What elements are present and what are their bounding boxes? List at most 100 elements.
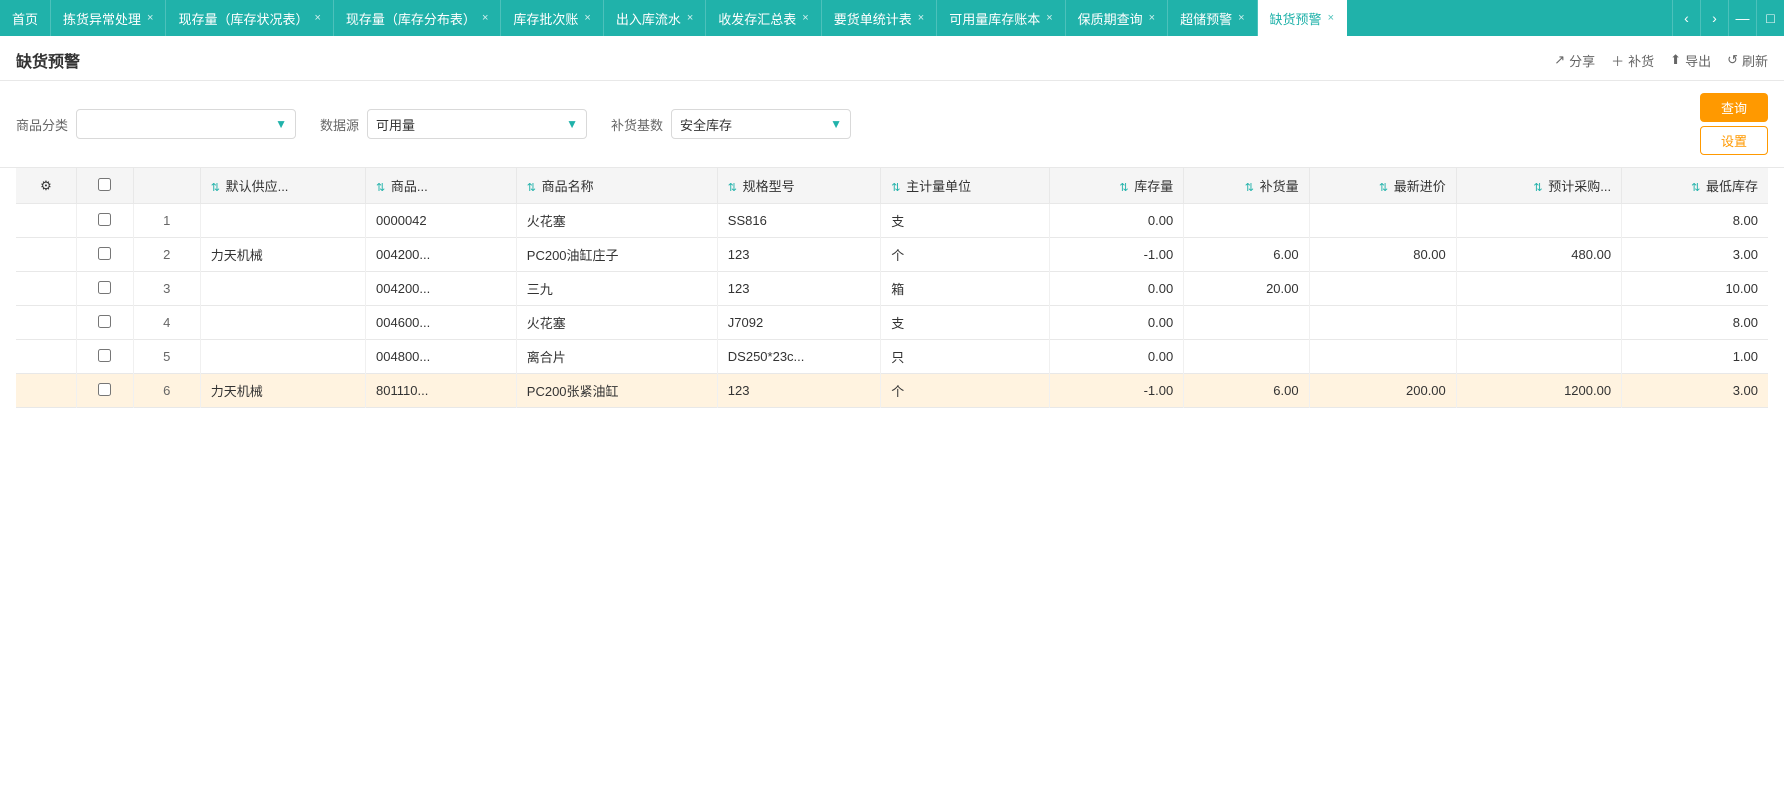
row-checkbox-1[interactable]	[98, 247, 111, 260]
column-supplier[interactable]: ⇅ 默认供应...	[200, 168, 365, 204]
page-content: 缺货预警 ↗ 分享 ＋ 补货 ⬆ 导出 ↺ 刷新 商品分类	[0, 36, 1784, 796]
column-checkbox[interactable]	[76, 168, 133, 204]
tab-recv-summary[interactable]: 收发存汇总表 ×	[706, 0, 821, 36]
tab-available[interactable]: 可用量库存账本 ×	[937, 0, 1065, 36]
cell-name-5: PC200张紧油缸	[516, 374, 717, 408]
tab-home[interactable]: 首页	[0, 0, 51, 36]
close-tab-demand-stat[interactable]: ×	[918, 12, 924, 24]
cell-name-0: 火花塞	[516, 204, 717, 238]
cell-code-0: 0000042	[366, 204, 517, 238]
close-tab-exception[interactable]: ×	[147, 12, 153, 24]
cell-spec-5: 123	[717, 374, 881, 408]
setting-button[interactable]: 设置	[1700, 126, 1768, 155]
cell-minstock-1: 3.00	[1622, 238, 1768, 272]
cell-name-3: 火花塞	[516, 306, 717, 340]
column-price[interactable]: ⇅ 最新进价	[1309, 168, 1456, 204]
table-row: 2 力天机械 004200... PC200油缸庄子 123 个 -1.00 6…	[16, 238, 1768, 272]
tab-minimize-button[interactable]: —	[1728, 0, 1756, 36]
category-select[interactable]: ▼	[76, 109, 296, 139]
tab-batch[interactable]: 库存批次账 ×	[501, 0, 603, 36]
cell-forecast-0	[1456, 204, 1621, 238]
cell-spec-2: 123	[717, 272, 881, 306]
cell-num-0: 1	[133, 204, 200, 238]
select-all-checkbox[interactable]	[98, 178, 111, 191]
base-dropdown-icon: ▼	[830, 117, 842, 131]
column-replenish[interactable]: ⇅ 补货量	[1184, 168, 1309, 204]
cell-checkbox-0[interactable]	[76, 204, 133, 238]
cell-minstock-4: 1.00	[1622, 340, 1768, 374]
refresh-action[interactable]: ↺ 刷新	[1727, 51, 1768, 70]
query-button[interactable]: 查询	[1700, 93, 1768, 122]
share-action[interactable]: ↗ 分享	[1554, 51, 1595, 70]
column-num	[133, 168, 200, 204]
close-tab-shortage[interactable]: ×	[1328, 12, 1334, 24]
cell-name-2: 三九	[516, 272, 717, 306]
tab-stock-status[interactable]: 现存量（库存状况表） ×	[166, 0, 333, 36]
cell-num-5: 6	[133, 374, 200, 408]
column-gear[interactable]: ⚙	[16, 168, 76, 204]
export-action[interactable]: ⬆ 导出	[1670, 51, 1711, 70]
column-stock[interactable]: ⇅ 库存量	[1050, 168, 1184, 204]
cell-checkbox-5[interactable]	[76, 374, 133, 408]
close-tab-inout-flow[interactable]: ×	[687, 12, 693, 24]
column-unit[interactable]: ⇅ 主计量单位	[881, 168, 1050, 204]
row-checkbox-3[interactable]	[98, 315, 111, 328]
refresh-icon: ↺	[1727, 52, 1738, 68]
row-checkbox-4[interactable]	[98, 349, 111, 362]
tab-prev-button[interactable]: ‹	[1672, 0, 1700, 36]
category-label: 商品分类	[16, 115, 68, 134]
cell-unit-1: 个	[881, 238, 1050, 272]
page-title: 缺货预警	[16, 48, 80, 72]
column-forecast[interactable]: ⇅ 预计采购...	[1456, 168, 1621, 204]
column-spec[interactable]: ⇅ 规格型号	[717, 168, 881, 204]
replenish-action[interactable]: ＋ 补货	[1611, 51, 1654, 70]
sort-code-icon: ⇅	[376, 182, 385, 194]
tab-exception[interactable]: 拣货异常处理 ×	[51, 0, 166, 36]
tab-next-button[interactable]: ›	[1700, 0, 1728, 36]
cell-price-3	[1309, 306, 1456, 340]
tab-expiry[interactable]: 保质期查询 ×	[1066, 0, 1168, 36]
cell-code-4: 004800...	[366, 340, 517, 374]
table-row: 1 0000042 火花塞 SS816 支 0.00 8.00	[16, 204, 1768, 238]
cell-num-2: 3	[133, 272, 200, 306]
cell-gear-3	[16, 306, 76, 340]
close-tab-batch[interactable]: ×	[584, 12, 590, 24]
base-select[interactable]: 安全库存 ▼	[671, 109, 851, 139]
cell-stock-4: 0.00	[1050, 340, 1184, 374]
cell-spec-1: 123	[717, 238, 881, 272]
close-tab-available[interactable]: ×	[1046, 12, 1052, 24]
cell-unit-0: 支	[881, 204, 1050, 238]
cell-checkbox-3[interactable]	[76, 306, 133, 340]
close-tab-overstock[interactable]: ×	[1238, 12, 1244, 24]
cell-supplier-4	[200, 340, 365, 374]
cell-replenish-3	[1184, 306, 1309, 340]
cell-code-5: 801110...	[366, 374, 517, 408]
tab-demand-stat[interactable]: 要货单统计表 ×	[822, 0, 937, 36]
cell-unit-4: 只	[881, 340, 1050, 374]
cell-minstock-0: 8.00	[1622, 204, 1768, 238]
close-tab-recv-summary[interactable]: ×	[802, 12, 808, 24]
share-icon: ↗	[1554, 52, 1565, 68]
row-checkbox-0[interactable]	[98, 213, 111, 226]
tab-overstock[interactable]: 超储预警 ×	[1168, 0, 1257, 36]
close-tab-stock-dist[interactable]: ×	[482, 12, 488, 24]
row-checkbox-2[interactable]	[98, 281, 111, 294]
tab-inout-flow[interactable]: 出入库流水 ×	[604, 0, 706, 36]
tab-stock-dist[interactable]: 现存量（库存分布表） ×	[334, 0, 501, 36]
tab-maximize-button[interactable]: □	[1756, 0, 1784, 36]
cell-checkbox-4[interactable]	[76, 340, 133, 374]
cell-checkbox-2[interactable]	[76, 272, 133, 306]
cell-stock-5: -1.00	[1050, 374, 1184, 408]
row-checkbox-5[interactable]	[98, 383, 111, 396]
datasource-select[interactable]: 可用量 ▼	[367, 109, 587, 139]
cell-stock-1: -1.00	[1050, 238, 1184, 272]
cell-checkbox-1[interactable]	[76, 238, 133, 272]
close-tab-expiry[interactable]: ×	[1149, 12, 1155, 24]
column-code[interactable]: ⇅ 商品...	[366, 168, 517, 204]
column-name[interactable]: ⇅ 商品名称	[516, 168, 717, 204]
column-minstock[interactable]: ⇅ 最低库存	[1622, 168, 1768, 204]
tab-shortage[interactable]: 缺货预警 ×	[1258, 0, 1347, 36]
cell-stock-2: 0.00	[1050, 272, 1184, 306]
cell-gear-4	[16, 340, 76, 374]
close-tab-stock-status[interactable]: ×	[314, 12, 320, 24]
